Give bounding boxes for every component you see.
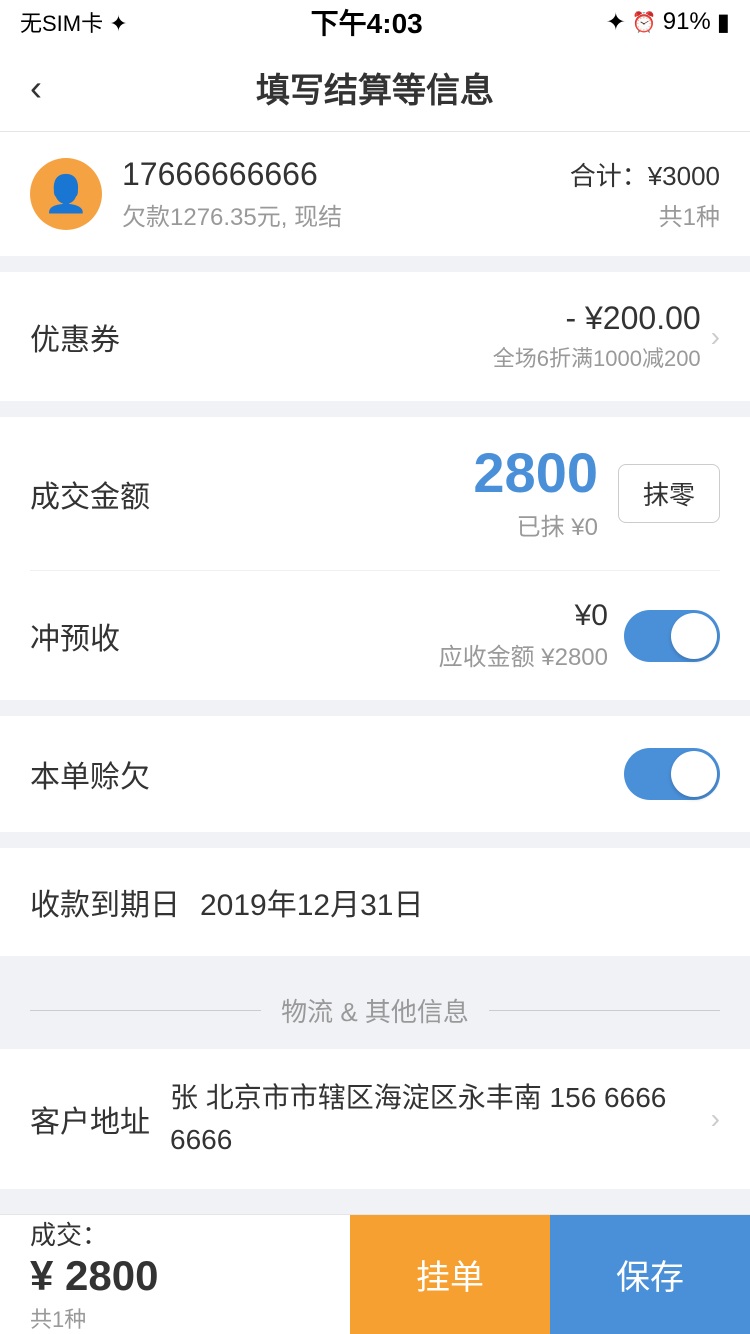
- pending-button[interactable]: 挂单: [350, 1215, 550, 1334]
- deal-amount-value: 2800: [473, 445, 598, 501]
- save-button[interactable]: 保存: [550, 1215, 750, 1334]
- customer-left: 👤 17666666666 欠款1276.35元, 现结: [30, 156, 342, 232]
- page-title: 填写结算等信息: [256, 63, 494, 112]
- nav-bar: ‹ 填写结算等信息: [0, 44, 750, 132]
- footer: 成交： ¥ 2800 共1种 挂单 保存: [0, 1214, 750, 1334]
- prepay-toggle[interactable]: [624, 610, 720, 662]
- due-date-label: 收款到期日: [30, 880, 180, 924]
- status-time: 下午4:03: [311, 2, 423, 42]
- amount-right: 2800 已抹 ¥0 抹零: [473, 445, 720, 542]
- coupon-label: 优惠券: [30, 315, 120, 359]
- logistics-divider: 物流 & 其他信息: [0, 972, 750, 1049]
- customer-row: 👤 17666666666 欠款1276.35元, 现结 合计：¥3000 共1…: [0, 132, 750, 256]
- status-right: ✦ ⏰ 91% ▮: [606, 8, 730, 37]
- round-button[interactable]: 抹零: [618, 464, 720, 523]
- total-label: 合计：¥3000: [570, 156, 720, 193]
- back-button[interactable]: ‹: [30, 67, 42, 109]
- address-row[interactable]: 客户地址 张 北京市市辖区海淀区永丰南 156 6666 6666 ›: [0, 1049, 750, 1189]
- address-value: 张 北京市市辖区海淀区永丰南 156 6666 6666: [170, 1077, 701, 1161]
- debt-toggle[interactable]: [624, 748, 720, 800]
- prepay-amount-col: ¥0 应收金额 ¥2800: [439, 599, 608, 672]
- debt-label: 本单赊欠: [30, 752, 150, 796]
- due-date-value: 2019年12月31日: [200, 880, 423, 924]
- debt-row: 本单赊欠: [0, 716, 750, 832]
- logistics-line-left: [30, 1010, 261, 1011]
- prepay-right: ¥0 应收金额 ¥2800: [439, 599, 720, 672]
- address-chevron-icon: ›: [711, 1103, 720, 1135]
- avatar: 👤: [30, 158, 102, 230]
- footer-left: 成交： ¥ 2800 共1种: [0, 1215, 350, 1334]
- prepay-row: 冲预收 ¥0 应收金额 ¥2800: [0, 571, 750, 700]
- avatar-icon: 👤: [44, 173, 89, 215]
- prepay-sub: 应收金额 ¥2800: [439, 637, 608, 672]
- status-left: 无SIM卡 ✦: [20, 6, 128, 38]
- deal-amount-sub: 已抹 ¥0: [473, 507, 598, 542]
- prepay-amount: ¥0: [439, 599, 608, 633]
- footer-deal-label: 成交：: [30, 1215, 320, 1252]
- amount-row: 成交金额 2800 已抹 ¥0 抹零: [0, 417, 750, 570]
- customer-debt: 欠款1276.35元, 现结: [122, 197, 342, 232]
- amount-value-col: 2800 已抹 ¥0: [473, 445, 598, 542]
- location-icon: ✦: [606, 8, 626, 37]
- amount-section: 成交金额 2800 已抹 ¥0 抹零 冲预收 ¥0 应收金额 ¥2800: [0, 417, 750, 700]
- logistics-line-right: [489, 1010, 720, 1011]
- due-date-row: 收款到期日 2019年12月31日: [0, 848, 750, 956]
- sim-text: 无SIM卡 ✦: [20, 6, 128, 38]
- coupon-right: - ¥200.00 全场6折满1000减200 ›: [493, 300, 720, 373]
- customer-info: 17666666666 欠款1276.35元, 现结: [122, 156, 342, 232]
- address-label: 客户地址: [30, 1097, 150, 1141]
- coupon-amount: - ¥200.00: [493, 300, 701, 337]
- logistics-text: 物流 & 其他信息: [281, 992, 469, 1029]
- coupon-right-col: - ¥200.00 全场6折满1000减200: [493, 300, 701, 373]
- coupon-row[interactable]: 优惠券 - ¥200.00 全场6折满1000减200 ›: [0, 272, 750, 401]
- total-items: 共1种: [570, 197, 720, 232]
- customer-total: 合计：¥3000 共1种: [570, 156, 720, 232]
- toggle-knob: [671, 613, 717, 659]
- debt-toggle-knob: [671, 751, 717, 797]
- status-bar: 无SIM卡 ✦ 下午4:03 ✦ ⏰ 91% ▮: [0, 0, 750, 44]
- clock-icon: ⏰: [632, 10, 657, 35]
- footer-amount: ¥ 2800: [30, 1252, 320, 1300]
- deal-amount-label: 成交金额: [30, 472, 150, 516]
- prepay-label: 冲预收: [30, 614, 120, 658]
- battery-icon: ▮: [717, 8, 730, 37]
- coupon-desc: 全场6折满1000减200: [493, 341, 701, 373]
- footer-items: 共1种: [30, 1302, 320, 1334]
- battery-text: 91%: [663, 8, 711, 36]
- customer-phone: 17666666666: [122, 156, 342, 193]
- coupon-chevron-icon: ›: [711, 321, 720, 353]
